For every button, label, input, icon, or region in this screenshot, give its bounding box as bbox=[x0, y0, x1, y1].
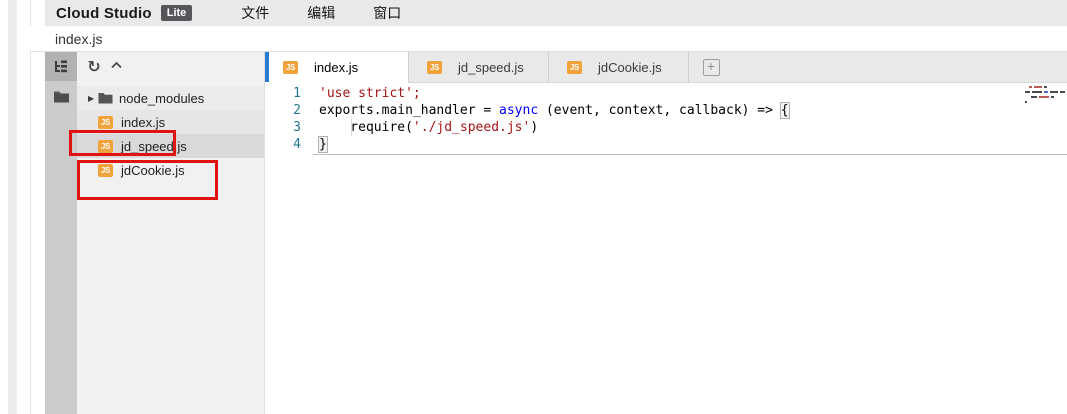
code-line-content: require('./jd_speed.js') bbox=[313, 119, 538, 136]
menu-item-1[interactable]: 编辑 bbox=[288, 3, 354, 23]
minimap[interactable] bbox=[1025, 86, 1067, 106]
menu-item-0[interactable]: 文件 bbox=[222, 3, 288, 23]
tab-label: jdCookie.js bbox=[598, 60, 662, 75]
line-number: 2 bbox=[265, 102, 313, 119]
tree-view-icon bbox=[53, 59, 69, 75]
activity-bar bbox=[45, 52, 77, 414]
js-file-icon: JS bbox=[98, 116, 113, 129]
folder-icon bbox=[53, 89, 70, 103]
code-token: exports.main_handler = bbox=[319, 103, 499, 118]
tree-item-jd_speed-js[interactable]: JS jd_speed.js bbox=[77, 134, 264, 158]
code-line-content: 'use strict'; bbox=[313, 85, 421, 102]
code-token: './jd_speed.js' bbox=[413, 120, 530, 135]
minimap-segment bbox=[1032, 91, 1042, 93]
minimap-segment bbox=[1025, 91, 1030, 93]
code-token: require( bbox=[319, 120, 413, 135]
minimap-line-4 bbox=[1025, 101, 1067, 104]
active-tab-indicator bbox=[265, 52, 269, 82]
new-tab-button[interactable]: + bbox=[689, 52, 733, 82]
tree-item-jdCookie-js[interactable]: JS jdCookie.js bbox=[77, 158, 264, 182]
js-file-icon: JS bbox=[283, 61, 298, 74]
js-file-icon: JS bbox=[567, 61, 582, 74]
app-logo: Cloud Studio bbox=[56, 5, 152, 22]
refresh-icon: ↻ bbox=[87, 59, 100, 75]
activity-folder-button[interactable] bbox=[45, 81, 77, 110]
code-line-content: exports.main_handler = async (event, con… bbox=[313, 102, 789, 119]
code-token: 'use strict'; bbox=[319, 86, 421, 101]
minimap-segment bbox=[1051, 96, 1054, 98]
code-token: async bbox=[499, 103, 538, 118]
minimap-segment bbox=[1044, 91, 1048, 93]
code-token: (event, context, callback) => bbox=[538, 103, 781, 118]
minimap-segment bbox=[1039, 96, 1049, 98]
tab-index-js[interactable]: JS index.js bbox=[265, 52, 409, 83]
code-area[interactable]: 1'use strict';2exports.main_handler = as… bbox=[265, 83, 1067, 414]
tree-item-label: node_modules bbox=[119, 91, 204, 106]
line-number: 4 bbox=[265, 136, 313, 153]
minimap-segment bbox=[1034, 86, 1042, 88]
app-left-border bbox=[30, 0, 31, 414]
collapse-all-button[interactable] bbox=[105, 58, 127, 76]
js-file-icon: JS bbox=[98, 140, 113, 153]
activity-explorer-button[interactable] bbox=[45, 52, 77, 81]
tab-label: index.js bbox=[314, 60, 358, 75]
page-scroll-gutter bbox=[8, 0, 17, 414]
code-line-4: 4} bbox=[265, 136, 1067, 153]
code-token: { bbox=[781, 103, 789, 118]
current-line-highlight bbox=[313, 154, 1067, 155]
minimap-segment bbox=[1044, 86, 1047, 88]
expand-arrow-icon[interactable]: ▶ bbox=[88, 94, 98, 103]
menu-items: 文件编辑窗口 bbox=[222, 3, 420, 23]
tab-jdCookie-js[interactable]: JS jdCookie.js bbox=[549, 52, 689, 82]
code-line-2: 2exports.main_handler = async (event, co… bbox=[265, 102, 1067, 119]
minimap-segment bbox=[1050, 91, 1058, 93]
code-line-content: } bbox=[313, 136, 327, 153]
tree-item-label: jdCookie.js bbox=[121, 163, 185, 178]
menu-item-2[interactable]: 窗口 bbox=[354, 3, 420, 23]
tree-item-label: jd_speed.js bbox=[121, 139, 187, 154]
folder-icon bbox=[98, 92, 113, 104]
code-line-1: 1 'use strict'; bbox=[265, 85, 1067, 102]
minimap-line-3 bbox=[1031, 96, 1067, 99]
tab-label: jd_speed.js bbox=[458, 60, 524, 75]
explorer-header: ↻ bbox=[77, 52, 264, 81]
tab-jd_speed-js[interactable]: JS jd_speed.js bbox=[409, 52, 549, 82]
title-bar: index.js bbox=[30, 26, 1067, 52]
minimap-segment bbox=[1025, 101, 1027, 103]
js-file-icon: JS bbox=[427, 61, 442, 74]
chevron-up-icon bbox=[110, 58, 123, 76]
tab-bar: JS index.js JS jd_speed.js JS jdCookie.js + bbox=[265, 52, 1067, 83]
editor-region: JS index.js JS jd_speed.js JS jdCookie.js + 1 '… bbox=[265, 52, 1067, 414]
minimap-segment bbox=[1060, 91, 1065, 93]
line-number: 1 bbox=[265, 85, 313, 102]
menu-bar: Cloud Studio Lite 文件编辑窗口 bbox=[45, 0, 1067, 26]
code-line-3: 3 require('./jd_speed.js') bbox=[265, 119, 1067, 136]
tree-item-node_modules[interactable]: ▶ node_modules bbox=[77, 86, 264, 110]
lite-badge: Lite bbox=[161, 5, 193, 21]
plus-icon: + bbox=[703, 59, 720, 76]
explorer-panel: ↻ ▶node_modulesJSindex.jsJSjd_speed.jsJS… bbox=[77, 52, 265, 414]
file-tree: ▶ node_modules JS index.js JS jd_speed.js JS jd… bbox=[77, 86, 264, 182]
minimap-segment bbox=[1031, 96, 1037, 98]
code-lines: 1'use strict';2exports.main_handler = as… bbox=[265, 85, 1067, 153]
tree-item-label: index.js bbox=[121, 115, 165, 130]
code-token: ) bbox=[530, 120, 538, 135]
minimap-segment bbox=[1029, 86, 1032, 88]
tree-item-index-js[interactable]: JS index.js bbox=[77, 110, 264, 134]
js-file-icon: JS bbox=[98, 164, 113, 177]
line-number: 3 bbox=[265, 119, 313, 136]
minimap-line-1 bbox=[1029, 86, 1067, 89]
cloud-studio-window: Cloud Studio Lite 文件编辑窗口 index.js bbox=[0, 0, 1067, 414]
code-token: } bbox=[319, 137, 327, 152]
refresh-button[interactable]: ↻ bbox=[83, 59, 105, 75]
minimap-line-2 bbox=[1025, 91, 1067, 94]
open-file-title: index.js bbox=[55, 31, 102, 47]
